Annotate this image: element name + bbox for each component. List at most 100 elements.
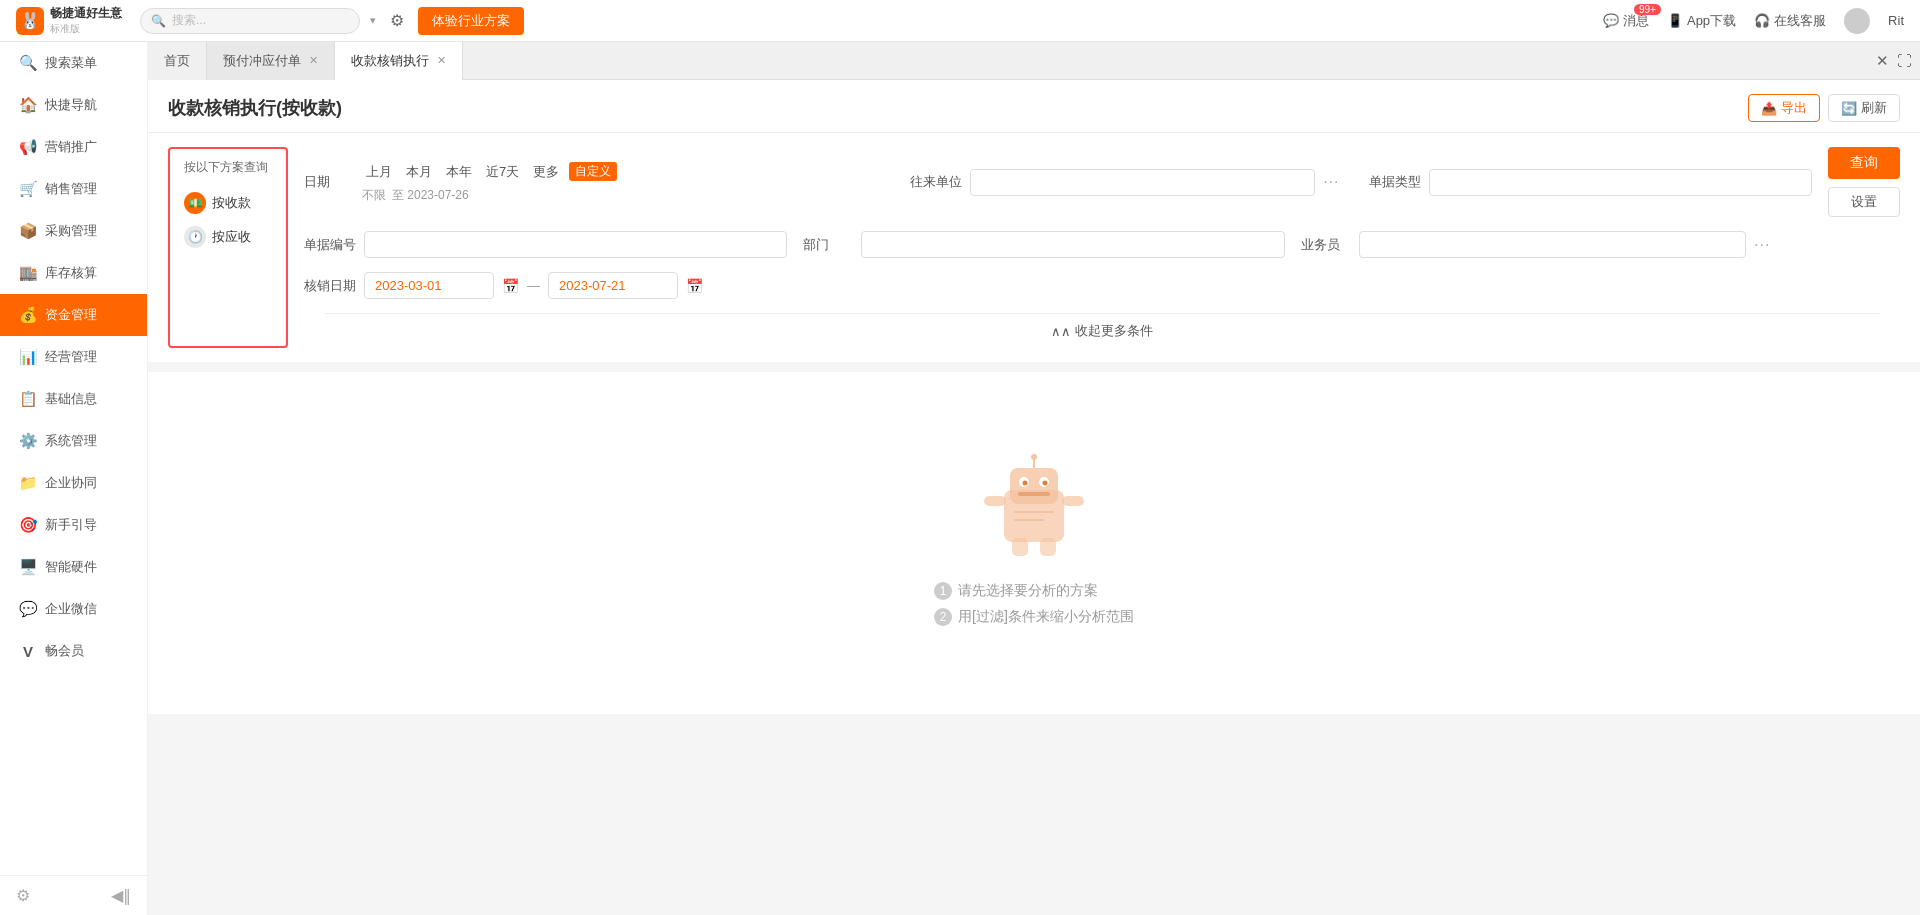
sidebar-gear-icon[interactable]: ⚙ bbox=[16, 886, 30, 905]
sidebar-item-guide[interactable]: 🎯 新手引导 bbox=[0, 504, 147, 546]
sidebar-item-sales[interactable]: 🛒 销售管理 bbox=[0, 168, 147, 210]
hardware-icon: 🖥️ bbox=[19, 558, 37, 576]
refresh-button[interactable]: 🔄 刷新 bbox=[1828, 94, 1900, 122]
sidebar-item-wechat[interactable]: 💬 企业微信 bbox=[0, 588, 147, 630]
docno-label: 单据编号 bbox=[304, 236, 356, 254]
message-badge: 99+ bbox=[1634, 4, 1661, 15]
filter-staff-group: 业务员 ··· bbox=[1301, 231, 1784, 258]
sidebar-item-system[interactable]: ⚙️ 系统管理 bbox=[0, 420, 147, 462]
sidebar-item-search[interactable]: 🔍 搜索菜单 bbox=[0, 42, 147, 84]
tab-home[interactable]: 首页 bbox=[148, 42, 207, 80]
search-bar[interactable]: 🔍 搜索... bbox=[140, 8, 360, 34]
verifydate-start-calendar-icon[interactable]: 📅 bbox=[502, 278, 519, 294]
headset-icon: 🎧 bbox=[1754, 13, 1770, 28]
doctype-label: 单据类型 bbox=[1369, 173, 1421, 191]
tab-prepay-close-icon[interactable]: ✕ bbox=[309, 54, 318, 67]
sidebar-item-enterprise[interactable]: 📁 企业协同 bbox=[0, 462, 147, 504]
query-actions: 查询 设置 bbox=[1828, 147, 1900, 217]
message-button[interactable]: 💬 消息 99+ bbox=[1603, 12, 1649, 30]
svg-rect-6 bbox=[1018, 492, 1050, 496]
query-button[interactable]: 查询 bbox=[1828, 147, 1900, 179]
date-shortcuts: 上月 本月 本年 近7天 更多 自定义 bbox=[362, 161, 617, 183]
counterparty-label: 往来单位 bbox=[910, 173, 962, 191]
svg-point-5 bbox=[1043, 481, 1048, 486]
top-bar: 🐰 畅捷通好生意 标准版 🔍 搜索... ▾ ⚙ 体验行业方案 💬 消息 99+… bbox=[0, 0, 1920, 42]
avatar[interactable] bbox=[1844, 8, 1870, 34]
sidebar-item-marketing[interactable]: 📢 营销推广 bbox=[0, 126, 147, 168]
export-button[interactable]: 📤 导出 bbox=[1748, 94, 1820, 122]
filter-row-3: 核销日期 📅 — 📅 bbox=[304, 272, 1900, 299]
date-shortcut-more[interactable]: 更多 bbox=[529, 161, 563, 183]
filter-scheme-title: 按以下方案查询 bbox=[184, 159, 272, 176]
top-bar-right: 💬 消息 99+ 📱 App下载 🎧 在线客服 Rit bbox=[1603, 8, 1904, 34]
tab-prepay[interactable]: 预付冲应付单 ✕ bbox=[207, 42, 335, 80]
date-shortcut-7days[interactable]: 近7天 bbox=[482, 161, 523, 183]
user-name[interactable]: Rit bbox=[1888, 13, 1904, 28]
sidebar-collapse-icon[interactable]: ◀‖ bbox=[111, 886, 131, 905]
date-shortcut-thisyear[interactable]: 本年 bbox=[442, 161, 476, 183]
collapse-more-button[interactable]: ∧∧ 收起更多条件 bbox=[324, 313, 1880, 348]
member-icon: V bbox=[19, 643, 37, 660]
search-dropdown-icon[interactable]: ▾ bbox=[370, 14, 376, 27]
counterparty-more-icon[interactable]: ··· bbox=[1323, 173, 1353, 191]
date-separator: — bbox=[527, 278, 540, 293]
online-service-button[interactable]: 🎧 在线客服 bbox=[1754, 12, 1826, 30]
sidebar-item-finance[interactable]: 💰 资金管理 bbox=[0, 294, 147, 336]
sidebar-item-purchase[interactable]: 📦 采购管理 bbox=[0, 210, 147, 252]
page-title: 收款核销执行(按收款) bbox=[168, 96, 342, 120]
tab-close-all-icon[interactable]: ✕ bbox=[1876, 52, 1889, 70]
empty-illustration bbox=[974, 452, 1094, 562]
filter-docno-group: 单据编号 bbox=[304, 231, 787, 258]
receivable-icon: 🕐 bbox=[184, 226, 206, 248]
date-custom-badge[interactable]: 自定义 bbox=[569, 162, 617, 181]
docno-input[interactable] bbox=[364, 231, 787, 258]
filter-option-by-receipt[interactable]: 💵 按收款 bbox=[184, 192, 272, 214]
basic-info-icon: 📋 bbox=[19, 390, 37, 408]
staff-more-icon[interactable]: ··· bbox=[1754, 236, 1784, 254]
staff-input[interactable] bbox=[1359, 231, 1746, 258]
verifydate-end-calendar-icon[interactable]: 📅 bbox=[686, 278, 703, 294]
verifydate-end-input[interactable] bbox=[548, 272, 678, 299]
filter-counterparty-group: 往来单位 ··· bbox=[910, 169, 1353, 196]
app-download-icon: 📱 bbox=[1667, 13, 1683, 28]
svg-point-8 bbox=[1031, 454, 1037, 460]
sales-icon: 🛒 bbox=[19, 180, 37, 198]
filter-option-by-receivable[interactable]: 🕐 按应收 bbox=[184, 226, 272, 248]
filter-row-1: 日期 上月 本月 本年 近7天 更多 自定义 bbox=[304, 147, 1900, 217]
date-label: 日期 bbox=[304, 173, 354, 191]
sidebar-item-hardware[interactable]: 🖥️ 智能硬件 bbox=[0, 546, 147, 588]
hint-num-2: 2 bbox=[934, 608, 952, 626]
home-icon: 🏠 bbox=[19, 96, 37, 114]
sidebar-item-inventory[interactable]: 🏬 库存核算 bbox=[0, 252, 147, 294]
industry-solution-button[interactable]: 体验行业方案 bbox=[418, 7, 524, 35]
finance-icon: 💰 bbox=[19, 306, 37, 324]
staff-label: 业务员 bbox=[1301, 236, 1351, 254]
main-content: 首页 预付冲应付单 ✕ 收款核销执行 ✕ ✕ ⛶ 收款核销执行(按收款) 📤 bbox=[148, 42, 1920, 915]
page-title-row: 收款核销执行(按收款) 📤 导出 🔄 刷新 bbox=[168, 94, 1900, 132]
tab-expand-icon[interactable]: ⛶ bbox=[1897, 52, 1912, 69]
settings-icon[interactable]: ⚙ bbox=[386, 7, 408, 34]
app-download-button[interactable]: 📱 App下载 bbox=[1667, 12, 1736, 30]
empty-hints: 1 请先选择要分析的方案 2 用[过滤]条件来缩小分析范围 bbox=[934, 582, 1134, 634]
sidebar-bottom: ⚙ ◀‖ bbox=[0, 875, 147, 915]
filter-row-2: 单据编号 部门 业务员 bbox=[304, 231, 1900, 258]
verifydate-start-input[interactable] bbox=[364, 272, 494, 299]
tab-bar: 首页 预付冲应付单 ✕ 收款核销执行 ✕ ✕ ⛶ bbox=[148, 42, 1920, 80]
settings-button[interactable]: 设置 bbox=[1828, 187, 1900, 217]
sidebar-item-quicknav[interactable]: 🏠 快捷导航 bbox=[0, 84, 147, 126]
sidebar: 🔍 搜索菜单 🏠 快捷导航 📢 营销推广 🛒 销售管理 📦 采购管理 🏬 库存核… bbox=[0, 42, 148, 915]
sidebar-item-member[interactable]: V 畅会员 bbox=[0, 630, 147, 672]
tab-writeoff-close-icon[interactable]: ✕ bbox=[437, 54, 446, 67]
wechat-icon: 💬 bbox=[19, 600, 37, 618]
tab-writeoff[interactable]: 收款核销执行 ✕ bbox=[335, 42, 463, 80]
empty-hint-2: 2 用[过滤]条件来缩小分析范围 bbox=[934, 608, 1134, 626]
logo-icon: 🐰 bbox=[16, 7, 44, 35]
dept-select[interactable] bbox=[861, 231, 1286, 258]
sidebar-item-operation[interactable]: 📊 经营管理 bbox=[0, 336, 147, 378]
date-shortcut-thismonth[interactable]: 本月 bbox=[402, 161, 436, 183]
app-logo: 🐰 畅捷通好生意 标准版 bbox=[16, 5, 122, 36]
date-shortcut-lastmonth[interactable]: 上月 bbox=[362, 161, 396, 183]
doctype-select[interactable] bbox=[1429, 169, 1812, 196]
counterparty-input[interactable] bbox=[970, 169, 1315, 196]
sidebar-item-basic-info[interactable]: 📋 基础信息 bbox=[0, 378, 147, 420]
